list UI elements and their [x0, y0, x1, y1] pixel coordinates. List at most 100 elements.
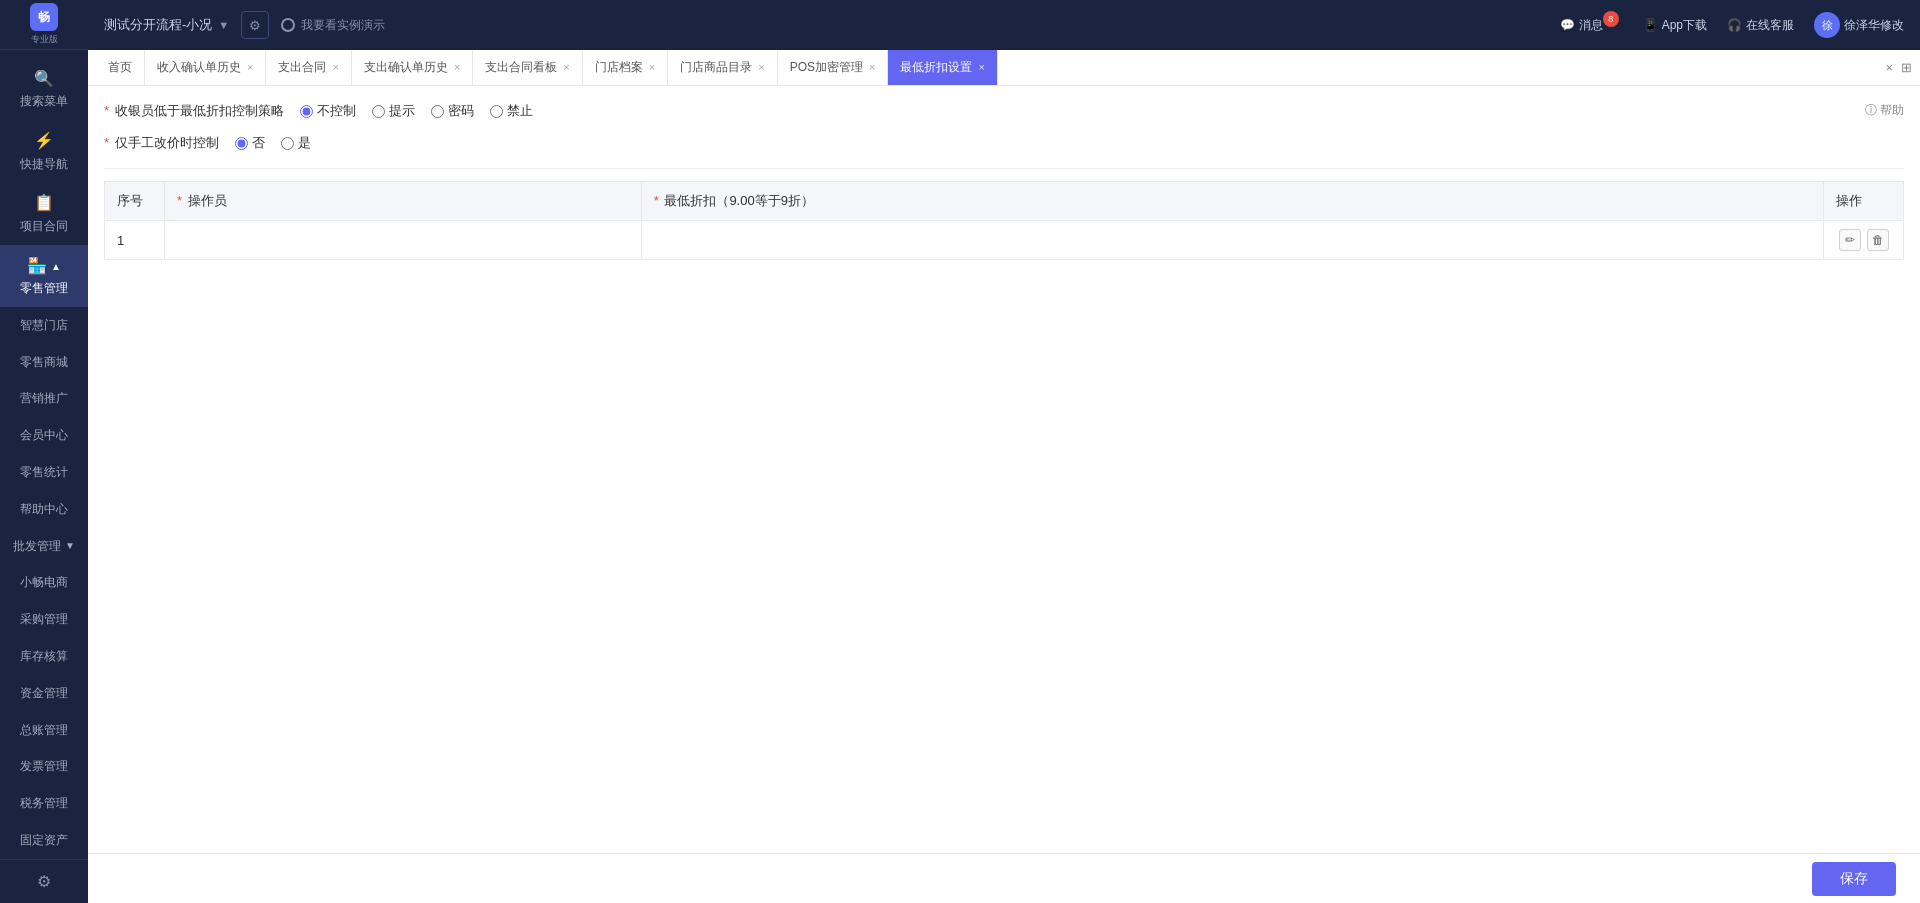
settings-icon[interactable]: ⚙ [37, 872, 51, 891]
tab-close-icon[interactable]: × [247, 62, 253, 73]
tab-store-file[interactable]: 门店档案 × [583, 50, 668, 86]
sidebar-item-label: 会员中心 [20, 427, 68, 444]
td-seq: 1 [105, 221, 165, 260]
app-download-button[interactable]: 📱 App下载 [1643, 17, 1707, 34]
sidebar-nav: 🔍 搜索菜单 ⚡ 快捷导航 📋 项目合同 🏪 ▲ 零售管理 智慧门店 零售商城 … [0, 50, 88, 859]
logo-edition: 专业版 [31, 33, 58, 46]
tab-pos-encrypt[interactable]: POS加密管理 × [778, 50, 889, 86]
main-area: 测试分开流程-小况 ▼ ⚙ 我要看实例演示 💬 消息 8 📱 App下载 🎧 在… [88, 0, 1920, 903]
tab-label: 门店档案 [595, 59, 643, 76]
sidebar-item-label: 资金管理 [20, 685, 68, 702]
tab-label: 门店商品目录 [680, 59, 752, 76]
manual-price-radio-group: 否 是 [235, 134, 311, 152]
tab-close-all-icon[interactable]: × [1885, 60, 1893, 75]
radio-yes[interactable]: 是 [281, 134, 311, 152]
sidebar-item-search[interactable]: 🔍 搜索菜单 [0, 58, 88, 120]
tab-home[interactable]: 首页 [96, 50, 145, 86]
sidebar-item-label: 快捷导航 [20, 156, 68, 173]
sidebar-item-member[interactable]: 会员中心 [0, 417, 88, 454]
tab-close-icon[interactable]: × [454, 62, 460, 73]
sidebar-item-label: 库存核算 [20, 648, 68, 665]
radio-password[interactable]: 密码 [431, 102, 474, 120]
app-download-label: App下载 [1662, 17, 1707, 34]
form-section: * 收银员低于最低折扣控制策略 不控制 提示 [104, 102, 1904, 169]
table-header: 序号 * 操作员 * 最低折扣（9.00等于9折） 操作 [105, 182, 1904, 221]
radio-forbid[interactable]: 禁止 [490, 102, 533, 120]
sidebar-item-marketing[interactable]: 营销推广 [0, 380, 88, 417]
online-service-button[interactable]: 🎧 在线客服 [1727, 17, 1794, 34]
sidebar-item-help-center[interactable]: 帮助中心 [0, 491, 88, 528]
user-menu[interactable]: 徐 徐泽华修改 [1814, 12, 1904, 38]
topbar-settings-button[interactable]: ⚙ [241, 11, 269, 39]
sidebar-item-label: 零售统计 [20, 464, 68, 481]
sidebar-item-label: 智慧门店 [20, 317, 68, 334]
message-button[interactable]: 💬 消息 8 [1560, 17, 1623, 34]
help-circle-icon: ⓘ [1865, 102, 1877, 119]
app-logo: 畅 专业版 [0, 0, 88, 50]
control-strategy-row: * 收银员低于最低折扣控制策略 不控制 提示 [104, 102, 1904, 120]
sidebar-item-online-store[interactable]: 零售商城 [0, 344, 88, 381]
table-header-row: 序号 * 操作员 * 最低折扣（9.00等于9折） 操作 [105, 182, 1904, 221]
sidebar-item-label: 营销推广 [20, 390, 68, 407]
sidebar-item-inventory[interactable]: 库存核算 [0, 638, 88, 675]
tabbar-controls: × ⊞ [1885, 60, 1912, 75]
tab-label: 支出合同看板 [485, 59, 557, 76]
retail-arrow-icon: ▲ [51, 260, 61, 274]
tab-close-icon[interactable]: × [649, 62, 655, 73]
edit-row-button[interactable]: ✏ [1839, 229, 1861, 251]
sidebar-item-assets[interactable]: 固定资产 [0, 822, 88, 859]
sidebar-item-label: 搜索菜单 [20, 93, 68, 110]
save-button[interactable]: 保存 [1812, 862, 1896, 896]
radio-no[interactable]: 否 [235, 134, 265, 152]
tab-more-icon[interactable]: ⊞ [1901, 60, 1912, 75]
tab-contract-board[interactable]: 支出合同看板 × [473, 50, 582, 86]
tab-min-discount[interactable]: 最低折扣设置 × [888, 50, 997, 86]
radio-hint[interactable]: 提示 [372, 102, 415, 120]
retail-nav-icon: 🏪 [27, 255, 47, 277]
tab-close-icon[interactable]: × [869, 62, 875, 73]
th-action: 操作 [1824, 182, 1904, 221]
sidebar-item-contract[interactable]: 📋 项目合同 [0, 182, 88, 244]
sidebar-item-label: 总账管理 [20, 722, 68, 739]
sidebar-item-label: 零售商城 [20, 354, 68, 371]
td-operator [165, 221, 642, 260]
sidebar-item-ledger[interactable]: 总账管理 [0, 712, 88, 749]
tab-label: 首页 [108, 59, 132, 76]
tab-close-icon[interactable]: × [332, 62, 338, 73]
tab-label: 收入确认单历史 [157, 59, 241, 76]
sidebar-item-finance[interactable]: 资金管理 [0, 675, 88, 712]
sidebar-item-smart-store[interactable]: 智慧门店 [0, 307, 88, 344]
demo-button[interactable]: 我要看实例演示 [281, 17, 385, 34]
radio-no-control[interactable]: 不控制 [300, 102, 356, 120]
tab-contract[interactable]: 支出合同 × [266, 50, 351, 86]
sidebar-item-label: 帮助中心 [20, 501, 68, 518]
sidebar-item-label: 批发管理 [13, 538, 61, 555]
sidebar-item-ecommerce[interactable]: 小畅电商 [0, 564, 88, 601]
tab-income-confirm[interactable]: 收入确认单历史 × [145, 50, 266, 86]
tab-close-icon[interactable]: × [758, 62, 764, 73]
th-discount: * 最低折扣（9.00等于9折） [641, 182, 1823, 221]
tab-expense-confirm[interactable]: 支出确认单历史 × [352, 50, 473, 86]
tabbar: 首页 收入确认单历史 × 支出合同 × 支出确认单历史 × 支出合同看板 × 门… [88, 50, 1920, 86]
content-area: ⓘ 帮助 * 收银员低于最低折扣控制策略 不控制 [88, 86, 1920, 903]
sidebar-item-wholesale[interactable]: 批发管理 ▼ [0, 528, 88, 565]
sidebar-item-shortcut[interactable]: ⚡ 快捷导航 [0, 120, 88, 182]
logo-icon: 畅 [30, 3, 58, 31]
project-selector[interactable]: 测试分开流程-小况 ▼ [104, 16, 229, 34]
tab-close-active-icon[interactable]: × [978, 62, 984, 73]
sidebar-item-retail[interactable]: 🏪 ▲ 零售管理 [0, 245, 88, 307]
sidebar-item-retail-stats[interactable]: 零售统计 [0, 454, 88, 491]
sidebar-item-purchase[interactable]: 采购管理 [0, 601, 88, 638]
table-row: 1 ✏ 🗑 [105, 221, 1904, 260]
delete-row-button[interactable]: 🗑 [1867, 229, 1889, 251]
tab-close-icon[interactable]: × [563, 62, 569, 73]
app-download-icon: 📱 [1643, 18, 1658, 32]
control-strategy-radio-group: 不控制 提示 密码 禁止 [300, 102, 533, 120]
help-button[interactable]: ⓘ 帮助 [1865, 102, 1904, 119]
sidebar-item-tax[interactable]: 税务管理 [0, 785, 88, 822]
help-label: 帮助 [1880, 102, 1904, 119]
demo-circle-icon [281, 18, 295, 32]
th-operator: * 操作员 [165, 182, 642, 221]
sidebar-item-invoice[interactable]: 发票管理 [0, 748, 88, 785]
tab-store-goods[interactable]: 门店商品目录 × [668, 50, 777, 86]
